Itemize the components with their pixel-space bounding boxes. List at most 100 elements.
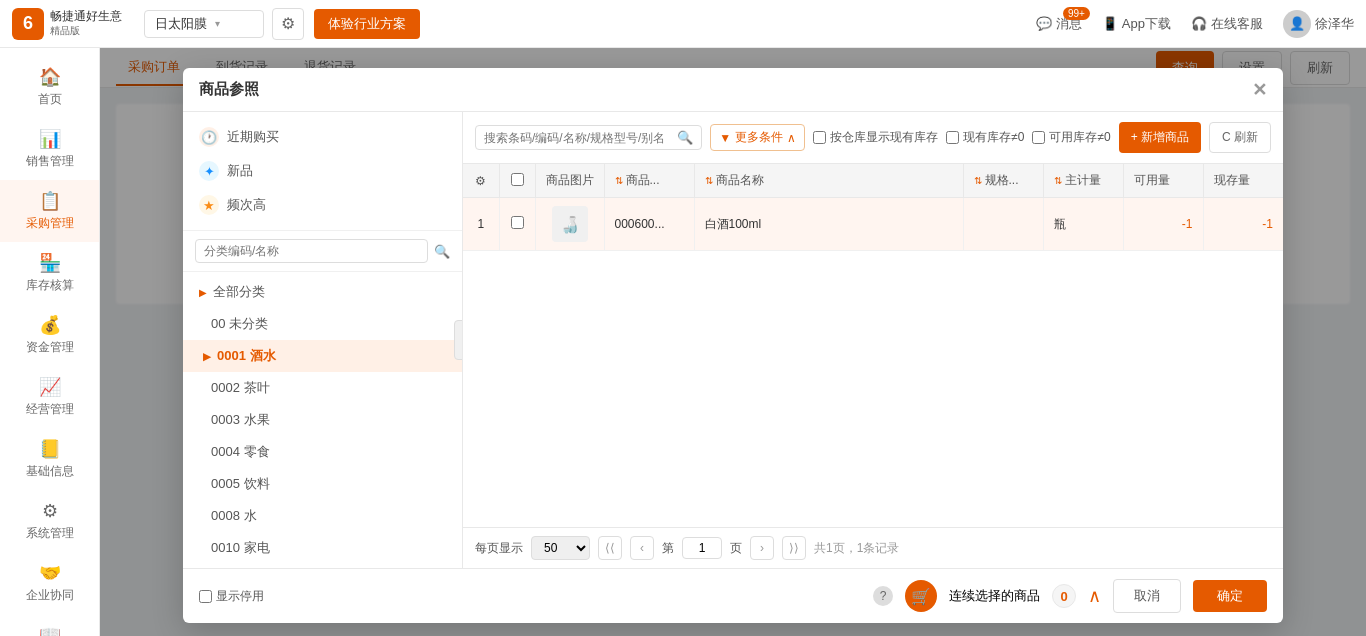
checkbox-avail-input[interactable] [946,131,959,144]
sidebar-item-purchase[interactable]: 📋 采购管理 [0,180,99,242]
cancel-button[interactable]: 取消 [1113,579,1181,613]
checkbox-avail[interactable]: 现有库存≠0 [946,129,1024,146]
sidebar-item-business[interactable]: 📈 经营管理 [0,366,99,428]
page-label: 页 [730,540,742,557]
product-code: 000600... [615,217,665,231]
cat-item-all[interactable]: ▶ 全部分类 [183,276,462,308]
checkbox-stock-input[interactable] [813,131,826,144]
messages-button[interactable]: 💬 消息 99+ [1036,15,1082,33]
sidebar-item-sales[interactable]: 📊 销售管理 [0,118,99,180]
pagination-bar: 每页显示 50 10 20 100 ⟨⟨ ‹ 第 页 [463,527,1283,568]
main-content: 采购订单 到货记录 退货记录 查询 设置 刷新 商品参照 ✕ [100,48,1366,636]
show-disabled-label[interactable]: 显示停用 [199,588,264,605]
col-code-header[interactable]: ⇅ 商品... [604,164,694,198]
sidebar-item-home[interactable]: 🏠 首页 [0,56,99,118]
product-search-input[interactable] [484,131,677,145]
category-search-input[interactable] [195,239,428,263]
cat-item-appliance[interactable]: 0010 家电 [183,532,462,564]
trial-button[interactable]: 体验行业方案 [314,9,420,39]
settings-icon[interactable]: ⚙ [475,174,486,188]
dialog-header: 商品参照 ✕ [183,68,1283,112]
collapse-panel-button[interactable]: 《 [454,320,463,360]
category-search-area: 🔍 [183,231,462,272]
checkbox-stock[interactable]: 按仓库显示现有库存 [813,129,938,146]
add-product-button[interactable]: + 新增商品 [1119,122,1201,153]
table-row[interactable]: 1 🍶 00 [463,198,1283,251]
nav-selector[interactable]: 日太阳膜 ▾ [144,10,264,38]
search-icon[interactable]: 🔍 [677,130,693,145]
app-download-button[interactable]: 📱 App下载 [1102,15,1171,33]
prev-page-button[interactable]: ‹ [630,536,654,560]
product-unit: 瓶 [1054,217,1066,231]
dialog-body: 🕐 近期购买 ✦ 新品 ★ 频次高 [183,112,1283,568]
headset-icon: 🎧 [1191,16,1207,31]
sidebar-item-inventory[interactable]: 🏪 库存核算 [0,242,99,304]
col-stock-header[interactable]: 现存量 [1203,164,1283,198]
cat-item-fruit[interactable]: 0003 水果 [183,404,462,436]
col-spec-header[interactable]: ⇅ 规格... [963,164,1043,198]
gear-button[interactable]: ⚙ [272,8,304,40]
cat-item-snack[interactable]: 0004 零食 [183,436,462,468]
user-profile[interactable]: 👤 徐泽华 [1283,10,1354,38]
next-page-button[interactable]: › [750,536,774,560]
dialog-footer: 显示停用 ? 🛒 连续选择的商品 0 ∧ 取消 确定 [183,568,1283,623]
sidebar-item-guide[interactable]: 📖 新手引导 [0,614,99,636]
sort-icon: ⇅ [974,175,982,186]
sidebar-item-label: 销售管理 [26,153,74,170]
row-code: 000600... [604,198,694,251]
row-check[interactable] [499,198,535,251]
checkbox-usable-input[interactable] [1032,131,1045,144]
cat-item-liquor[interactable]: ▶ 0001 酒水 [183,340,462,372]
cat-item-uncategorized[interactable]: 00 未分类 [183,308,462,340]
home-icon: 🏠 [39,66,61,88]
row-checkbox[interactable] [511,216,524,229]
refresh-product-button[interactable]: C 刷新 [1209,122,1271,153]
show-disabled-checkbox[interactable] [199,590,212,603]
cat-item-beverage[interactable]: 0005 饮料 [183,468,462,500]
cart-icon-button[interactable]: 🛒 [905,580,937,612]
cat-label: 0001 酒水 [217,347,276,365]
col-unit-header[interactable]: ⇅ 主计量 [1043,164,1123,198]
product-table-container: ⚙ 商品图片 [463,164,1283,527]
confirm-button[interactable]: 确定 [1193,580,1267,612]
filter-more-button[interactable]: ▼ 更多条件 ∧ [710,124,805,151]
page-input[interactable] [682,537,722,559]
last-page-button[interactable]: ⟩⟩ [782,536,806,560]
product-table: ⚙ 商品图片 [463,164,1283,251]
cat-label: 0004 零食 [211,443,270,461]
quick-filter-recent[interactable]: 🕐 近期购买 [183,120,462,154]
basic-icon: 📒 [39,438,61,460]
cat-item-water[interactable]: 0008 水 [183,500,462,532]
quick-filter-freq[interactable]: ★ 频次高 [183,188,462,222]
online-service-button[interactable]: 🎧 在线客服 [1191,15,1263,33]
toolbar-right: + 新增商品 C 刷新 [1119,122,1271,153]
category-search-icon[interactable]: 🔍 [434,244,450,259]
page-size-select[interactable]: 50 10 20 100 [531,536,590,560]
row-seq: 1 [477,217,484,231]
cat-label: 0008 水 [211,507,257,525]
col-stock-label: 现存量 [1214,172,1250,189]
sidebar-item-collab[interactable]: 🤝 企业协同 [0,552,99,614]
col-name-header[interactable]: ⇅ 商品名称 [694,164,963,198]
sidebar-item-finance[interactable]: 💰 资金管理 [0,304,99,366]
col-avail-header[interactable]: 可用量 [1123,164,1203,198]
sidebar-item-basic[interactable]: 📒 基础信息 [0,428,99,490]
dialog-right-panel: 🔍 ▼ 更多条件 ∧ 按仓库显示现有库存 [463,112,1283,568]
quick-filter-new[interactable]: ✦ 新品 [183,154,462,188]
topbar: 6 畅捷通好生意 精品版 日太阳膜 ▾ ⚙ 体验行业方案 💬 消息 99+ 📱 … [0,0,1366,48]
main-layout: 🏠 首页 📊 销售管理 📋 采购管理 🏪 库存核算 💰 资金管理 📈 经营管理 … [0,48,1366,636]
row-unit: 瓶 [1043,198,1123,251]
nav-selector-label: 日太阳膜 [155,15,207,33]
collapse-cart-icon[interactable]: ∧ [1088,585,1101,607]
checkbox-stock-label: 按仓库显示现有库存 [830,129,938,146]
product-thumbnail: 🍶 [552,206,588,242]
dialog-close-button[interactable]: ✕ [1252,79,1267,101]
checkbox-usable[interactable]: 可用库存≠0 [1032,129,1110,146]
sidebar-item-label: 系统管理 [26,525,74,542]
cat-item-tea[interactable]: 0002 茶叶 [183,372,462,404]
first-page-button[interactable]: ⟨⟨ [598,536,622,560]
sidebar: 🏠 首页 📊 销售管理 📋 采购管理 🏪 库存核算 💰 资金管理 📈 经营管理 … [0,48,100,636]
sidebar-item-system[interactable]: ⚙ 系统管理 [0,490,99,552]
select-all-checkbox[interactable] [511,173,524,186]
help-icon[interactable]: ? [873,586,893,606]
